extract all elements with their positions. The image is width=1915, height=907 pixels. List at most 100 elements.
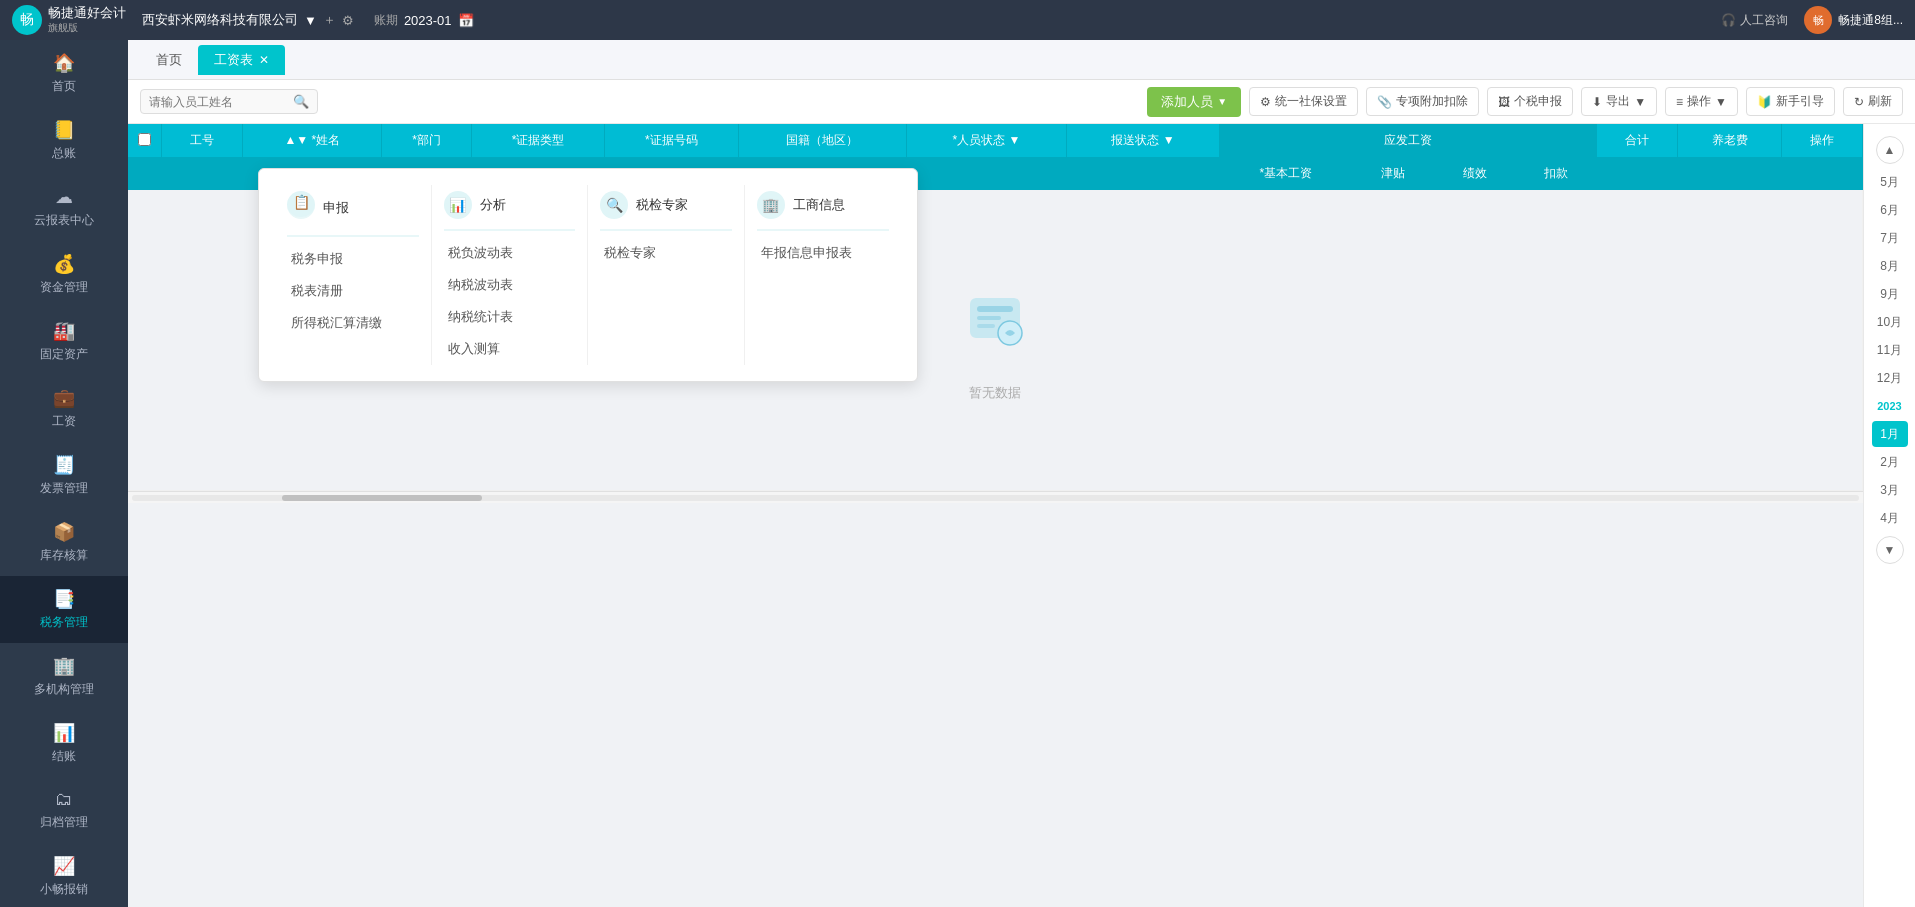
bottom-scrollbar[interactable] [128,491,1863,503]
company-name: 西安虾米网络科技有限公司 [142,11,298,29]
month-7[interactable]: 7月 [1872,225,1908,251]
th-status[interactable]: *人员状态 ▼ [906,124,1067,157]
svg-rect-3 [977,324,995,328]
menu-item-tax-expert[interactable]: 税检专家 [600,237,732,269]
add-company-icon[interactable]: ＋ [323,11,336,29]
search-input[interactable] [149,95,289,109]
sidebar-item-tax[interactable]: 📑 税务管理 [0,576,128,643]
menu-item-tax-wave[interactable]: 纳税波动表 [444,269,576,301]
th-total: 合计 [1597,124,1678,157]
menu-item-tax-stats[interactable]: 纳税统计表 [444,301,576,333]
special-deduction-btn[interactable]: 📎 专项附加扣除 [1366,87,1479,116]
month-2[interactable]: 2月 [1872,449,1908,475]
sidebar-item-reports[interactable]: 📈 小畅报销 [0,843,128,907]
refresh-btn[interactable]: ↻ 刷新 [1843,87,1903,116]
select-all-checkbox[interactable] [138,133,151,146]
reports-icon: 📈 [53,855,75,877]
month-4[interactable]: 4月 [1872,505,1908,531]
month-6[interactable]: 6月 [1872,197,1908,223]
menu-item-annual-report[interactable]: 年报信息申报表 [757,237,890,269]
refresh-label: 刷新 [1868,93,1892,110]
th-dept: *部门 [382,124,472,157]
month-3[interactable]: 3月 [1872,477,1908,503]
tab-home[interactable]: 首页 [140,45,198,75]
tab-close-btn[interactable]: ✕ [259,53,269,67]
tab-salary[interactable]: 工资表 ✕ [198,45,285,75]
menu-item-income-estimate[interactable]: 收入测算 [444,333,576,365]
sidebar-item-inventory[interactable]: 📦 库存核算 [0,509,128,576]
search-box[interactable]: 🔍 [140,89,318,114]
menu-item-tax-filing[interactable]: 税务申报 [287,243,419,275]
social-label: 统一社保设置 [1275,93,1347,110]
sidebar-item-archive[interactable]: 🗂 归档管理 [0,777,128,843]
month-10[interactable]: 10月 [1872,309,1908,335]
sidebar-item-invoice[interactable]: 🧾 发票管理 [0,442,128,509]
export-btn[interactable]: ⬇ 导出 ▼ [1581,87,1657,116]
th-report-status[interactable]: 报送状态 ▼ [1067,124,1219,157]
user-name: 畅捷通8组... [1838,12,1903,29]
panel-down-btn[interactable]: ▼ [1876,536,1904,564]
tax-filing-icon: 🖼 [1498,95,1510,109]
sidebar-item-funds[interactable]: 💰 资金管理 [0,241,128,308]
guide-btn[interactable]: 🔰 新手引导 [1746,87,1835,116]
scrollbar-thumb[interactable] [282,495,482,501]
toolbar: 🔍 添加人员 ▼ ⚙ 统一社保设置 📎 专项附加扣除 🖼 个税申报 ⬇ 导出 [128,80,1915,124]
sidebar-item-salary[interactable]: 💼 工资 [0,375,128,442]
sidebar-item-cloud[interactable]: ☁ 云报表中心 [0,174,128,241]
panel-up-btn[interactable]: ▲ [1876,136,1904,164]
sidebar-item-home[interactable]: 🏠 首页 [0,40,128,107]
right-panel: ▲ 5月 6月 7月 8月 9月 10月 11月 12月 2023 1月 2月 … [1863,124,1915,907]
report-header-label: 申报 [323,199,349,217]
refresh-icon: ↻ [1854,95,1864,109]
th-name[interactable]: ▲▼ *姓名 [243,124,382,157]
search-icon[interactable]: 🔍 [293,94,309,109]
month-1[interactable]: 1月 [1872,421,1908,447]
month-5[interactable]: 5月 [1872,169,1908,195]
sidebar: 🏠 首页 📒 总账 ☁ 云报表中心 💰 资金管理 🏭 固定资产 💼 工资 🧾 发… [0,40,128,907]
user-menu[interactable]: 畅 畅捷通8组... [1804,6,1903,34]
funds-icon: 💰 [53,253,75,275]
dropdown-col-business: 🏢 工商信息 年报信息申报表 [745,185,902,365]
th-salary-group: 应发工资 [1219,124,1596,157]
tax-filing-btn[interactable]: 🖼 个税申报 [1487,87,1573,116]
sidebar-item-settlement[interactable]: 📊 结账 [0,710,128,777]
sidebar-item-multi-org[interactable]: 🏢 多机构管理 [0,643,128,710]
add-person-btn[interactable]: 添加人员 ▼ [1147,87,1241,117]
calendar-icon[interactable]: 📅 [458,13,474,28]
support-btn[interactable]: 🎧 人工咨询 [1721,12,1788,29]
month-9[interactable]: 9月 [1872,281,1908,307]
th2-report [1067,157,1219,190]
guide-btn-label: 新手引导 [1776,93,1824,110]
cloud-icon: ☁ [55,186,73,208]
add-person-label: 添加人员 [1161,93,1213,111]
year-2023-marker: 2023 [1872,393,1908,419]
settlement-icon: 📊 [53,722,75,744]
month-11[interactable]: 11月 [1872,337,1908,363]
sidebar-label-salary: 工资 [52,413,76,430]
th2-status [906,157,1067,190]
sidebar-item-assets[interactable]: 🏭 固定资产 [0,308,128,375]
app-name: 畅捷通好会计 [48,5,126,21]
th-id-type: *证据类型 [472,124,605,157]
company-selector[interactable]: 西安虾米网络科技有限公司 ▼ ＋ ⚙ [142,11,354,29]
table-wrapper: 📋 申报 税务申报 税表清册 所得税汇算清缴 📊 分析 [128,124,1863,907]
salary-icon: 💼 [53,387,75,409]
empty-state-icon [955,278,1035,372]
th-checkbox[interactable] [128,124,162,157]
menu-item-income-tax-annual[interactable]: 所得税汇算清缴 [287,307,419,339]
social-security-btn[interactable]: ⚙ 统一社保设置 [1249,87,1358,116]
operation-btn[interactable]: ≡ 操作 ▼ [1665,87,1738,116]
period-selector[interactable]: 账期 2023-01 📅 [374,12,474,29]
menu-item-tax-burden[interactable]: 税负波动表 [444,237,576,269]
company-settings-icon[interactable]: ⚙ [342,13,354,28]
menu-item-tax-table[interactable]: 税表清册 [287,275,419,307]
operation-label: 操作 [1687,93,1711,110]
month-12[interactable]: 12月 [1872,365,1908,391]
dropdown-grid: 📋 申报 税务申报 税表清册 所得税汇算清缴 📊 分析 [275,185,901,365]
th2-performance: 绩效 [1434,157,1515,190]
invoice-icon: 🧾 [53,454,75,476]
sidebar-label-reports: 小畅报销 [40,881,88,898]
month-8[interactable]: 8月 [1872,253,1908,279]
sidebar-item-ledger[interactable]: 📒 总账 [0,107,128,174]
company-dropdown-icon[interactable]: ▼ [304,13,317,28]
